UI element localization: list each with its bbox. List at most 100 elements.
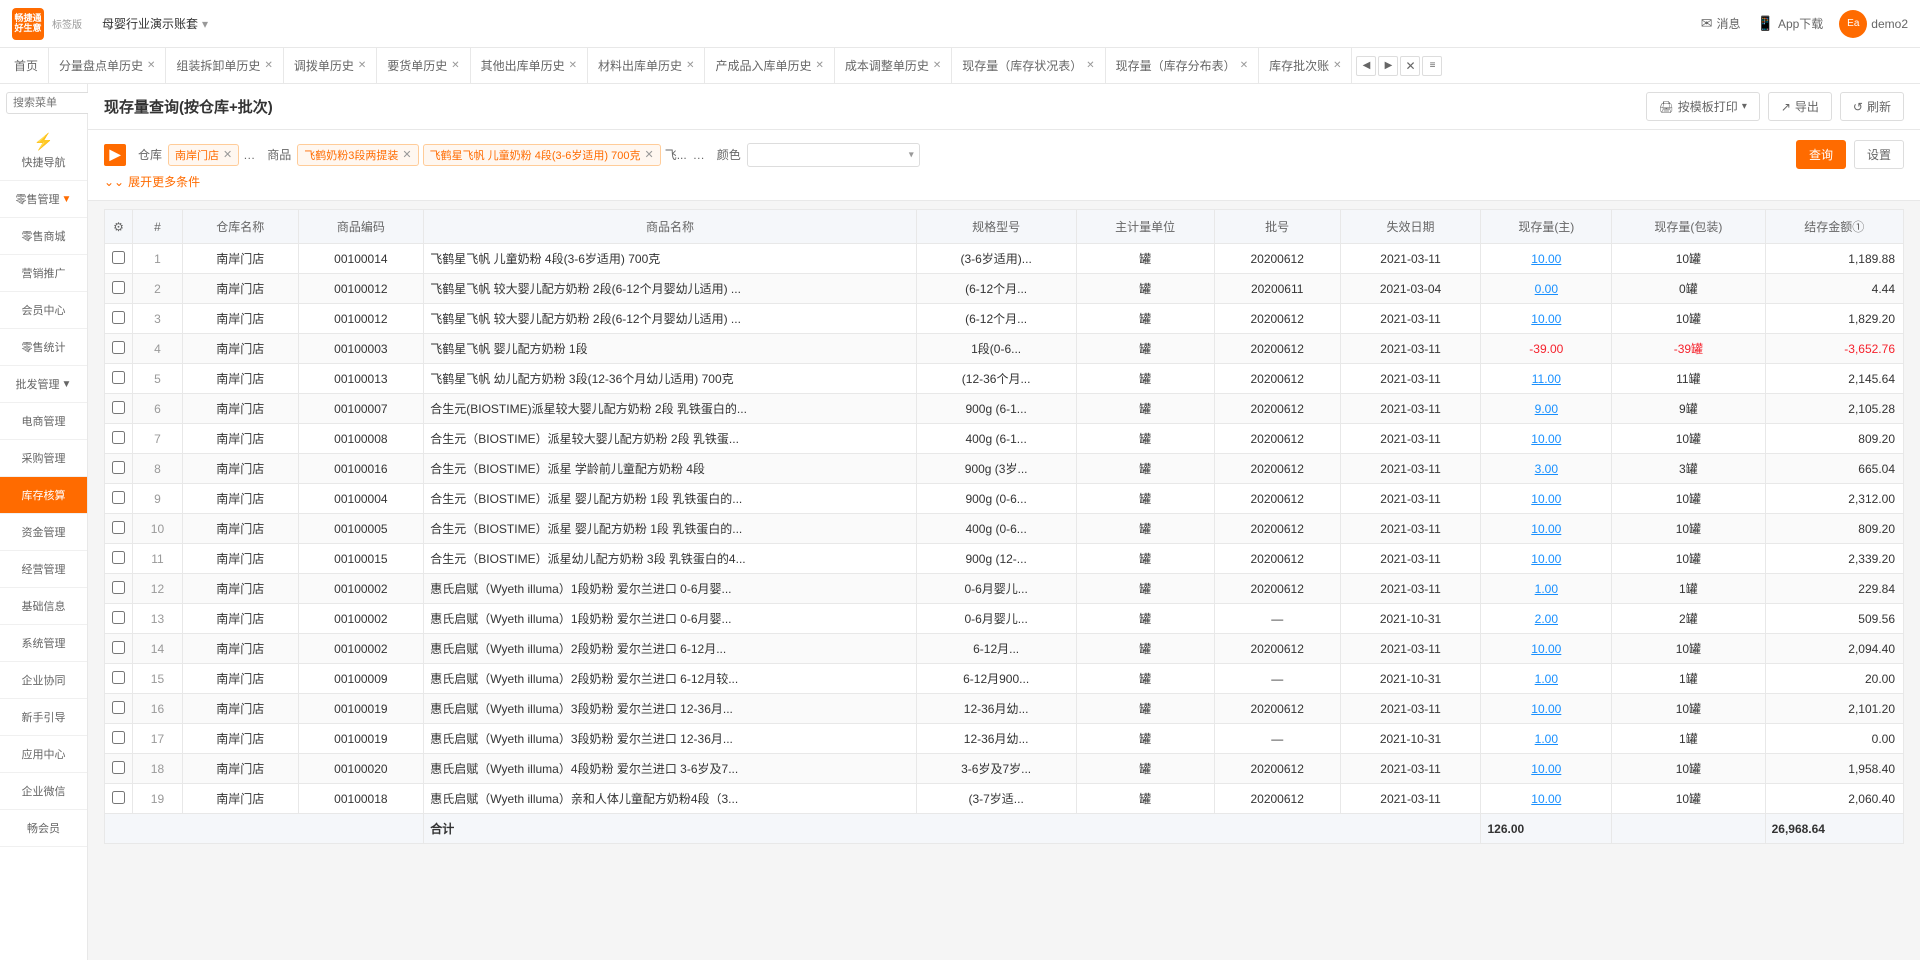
row-qty-main[interactable]: 10.00	[1481, 484, 1612, 514]
sidebar-item-wholesale[interactable]: 批发管理 ▼	[0, 366, 87, 403]
filter-warehouse-more[interactable]: …	[243, 148, 255, 162]
tab-close-inv-dist[interactable]: ✕	[1240, 60, 1248, 71]
row-checkbox-cell[interactable]	[105, 664, 133, 694]
sidebar-item-guide[interactable]: 新手引导	[0, 699, 87, 736]
row-checkbox-cell[interactable]	[105, 724, 133, 754]
sidebar-item-quick-nav[interactable]: ⚡ 快捷导航	[0, 122, 87, 181]
row-checkbox-cell[interactable]	[105, 604, 133, 634]
tab-nav-next[interactable]: ▶	[1378, 56, 1398, 76]
filter-product-dots[interactable]: …	[693, 148, 705, 162]
user-area[interactable]: Ea demo2	[1839, 10, 1908, 38]
expand-more-btn[interactable]: ⌄⌄ 展开更多条件	[104, 173, 1904, 190]
row-checkbox[interactable]	[112, 341, 125, 354]
row-checkbox-cell[interactable]	[105, 364, 133, 394]
row-qty-main[interactable]: 3.00	[1481, 454, 1612, 484]
tab-inventory-status[interactable]: 现存量（库存状况表） ✕	[952, 48, 1105, 84]
row-checkbox-cell[interactable]	[105, 454, 133, 484]
sidebar-item-retail-shop[interactable]: 零售商城	[0, 218, 87, 255]
filter-product-more[interactable]: 飞...	[665, 146, 687, 163]
sidebar-item-retail-stats[interactable]: 零售统计	[0, 329, 87, 366]
tab-close-other-out[interactable]: ✕	[569, 60, 577, 71]
sidebar-item-retail[interactable]: 零售管理 ▼	[0, 181, 87, 218]
row-checkbox-cell[interactable]	[105, 244, 133, 274]
row-checkbox-cell[interactable]	[105, 634, 133, 664]
app-download-btn[interactable]: 📱 App下载	[1757, 15, 1824, 32]
tab-close-demand[interactable]: ✕	[451, 60, 459, 71]
row-checkbox[interactable]	[112, 521, 125, 534]
tab-close-inv-status[interactable]: ✕	[1086, 60, 1094, 71]
row-checkbox[interactable]	[112, 281, 125, 294]
tab-close-disassembly[interactable]: ✕	[264, 60, 272, 71]
row-checkbox-cell[interactable]	[105, 274, 133, 304]
row-checkbox[interactable]	[112, 731, 125, 744]
export-btn[interactable]: ↗ 导出	[1768, 92, 1832, 121]
filter-toggle-btn[interactable]: ▶	[104, 144, 126, 166]
row-qty-main[interactable]: 10.00	[1481, 304, 1612, 334]
row-checkbox-cell[interactable]	[105, 514, 133, 544]
filter-tag-warehouse-close[interactable]: ✕	[223, 148, 232, 161]
tab-nav-more[interactable]: ≡	[1422, 56, 1442, 76]
tab-demand[interactable]: 要货单历史 ✕	[377, 48, 470, 84]
row-checkbox[interactable]	[112, 491, 125, 504]
row-qty-main[interactable]: 10.00	[1481, 634, 1612, 664]
filter-tag-product2-close[interactable]: ✕	[644, 148, 653, 161]
sidebar-item-marketing[interactable]: 营销推广	[0, 255, 87, 292]
sidebar-item-purchase[interactable]: 采购管理	[0, 440, 87, 477]
tab-close-product-in[interactable]: ✕	[815, 60, 823, 71]
row-checkbox[interactable]	[112, 791, 125, 804]
row-qty-main[interactable]: 0.00	[1481, 274, 1612, 304]
row-qty-main[interactable]: 10.00	[1481, 754, 1612, 784]
row-qty-main[interactable]: 10.00	[1481, 784, 1612, 814]
row-qty-main[interactable]: 1.00	[1481, 664, 1612, 694]
sidebar-item-vip[interactable]: 畅会员	[0, 810, 87, 847]
row-checkbox[interactable]	[112, 371, 125, 384]
tab-other-out[interactable]: 其他出库单历史 ✕	[471, 48, 588, 84]
row-checkbox[interactable]	[112, 401, 125, 414]
sidebar-item-member[interactable]: 会员中心	[0, 292, 87, 329]
row-checkbox[interactable]	[112, 251, 125, 264]
tab-close-material[interactable]: ✕	[686, 60, 694, 71]
settings-btn[interactable]: 设置	[1854, 140, 1904, 169]
sidebar-item-operations[interactable]: 经营管理	[0, 551, 87, 588]
sidebar-item-enterprise[interactable]: 企业协同	[0, 662, 87, 699]
tab-cost[interactable]: 成本调整单历史 ✕	[835, 48, 952, 84]
row-qty-main[interactable]: 9.00	[1481, 394, 1612, 424]
row-checkbox[interactable]	[112, 461, 125, 474]
row-checkbox[interactable]	[112, 641, 125, 654]
tab-disassembly[interactable]: 组装拆卸单历史 ✕	[166, 48, 283, 84]
row-qty-main[interactable]: 10.00	[1481, 244, 1612, 274]
sidebar-item-ecommerce[interactable]: 电商管理	[0, 403, 87, 440]
filter-tag-product1-close[interactable]: ✕	[402, 148, 411, 161]
row-qty-main[interactable]: 10.00	[1481, 544, 1612, 574]
row-checkbox-cell[interactable]	[105, 694, 133, 724]
row-checkbox-cell[interactable]	[105, 754, 133, 784]
tab-nav-close[interactable]: ✕	[1400, 56, 1420, 76]
row-checkbox-cell[interactable]	[105, 334, 133, 364]
row-checkbox-cell[interactable]	[105, 424, 133, 454]
tab-batch-ledger[interactable]: 库存批次账 ✕	[1259, 48, 1352, 84]
row-checkbox-cell[interactable]	[105, 574, 133, 604]
account-selector[interactable]: 母婴行业演示账套 ▾	[102, 15, 208, 32]
template-print-btn[interactable]: 🖨 按模板打印 ▾	[1646, 92, 1760, 121]
query-btn[interactable]: 查询	[1796, 140, 1846, 169]
tab-close-cost[interactable]: ✕	[933, 60, 941, 71]
col-settings-header[interactable]: ⚙	[105, 210, 133, 244]
row-checkbox[interactable]	[112, 431, 125, 444]
message-btn[interactable]: ✉ 消息	[1701, 15, 1741, 32]
refresh-btn[interactable]: ↺ 刷新	[1840, 92, 1904, 121]
settings-icon[interactable]: ⚙	[113, 220, 124, 234]
row-checkbox[interactable]	[112, 761, 125, 774]
row-qty-main[interactable]: 11.00	[1481, 364, 1612, 394]
row-qty-main[interactable]: 1.00	[1481, 724, 1612, 754]
row-checkbox-cell[interactable]	[105, 394, 133, 424]
row-qty-main[interactable]: 10.00	[1481, 424, 1612, 454]
row-checkbox[interactable]	[112, 551, 125, 564]
tab-close-batch[interactable]: ✕	[1333, 60, 1341, 71]
sidebar-item-apps[interactable]: 应用中心	[0, 736, 87, 773]
row-checkbox[interactable]	[112, 611, 125, 624]
sidebar-item-wechat[interactable]: 企业微信	[0, 773, 87, 810]
sidebar-item-system[interactable]: 系统管理	[0, 625, 87, 662]
tab-home[interactable]: 首页	[4, 48, 49, 84]
sidebar-item-basic[interactable]: 基础信息	[0, 588, 87, 625]
sidebar-item-finance[interactable]: 资金管理	[0, 514, 87, 551]
